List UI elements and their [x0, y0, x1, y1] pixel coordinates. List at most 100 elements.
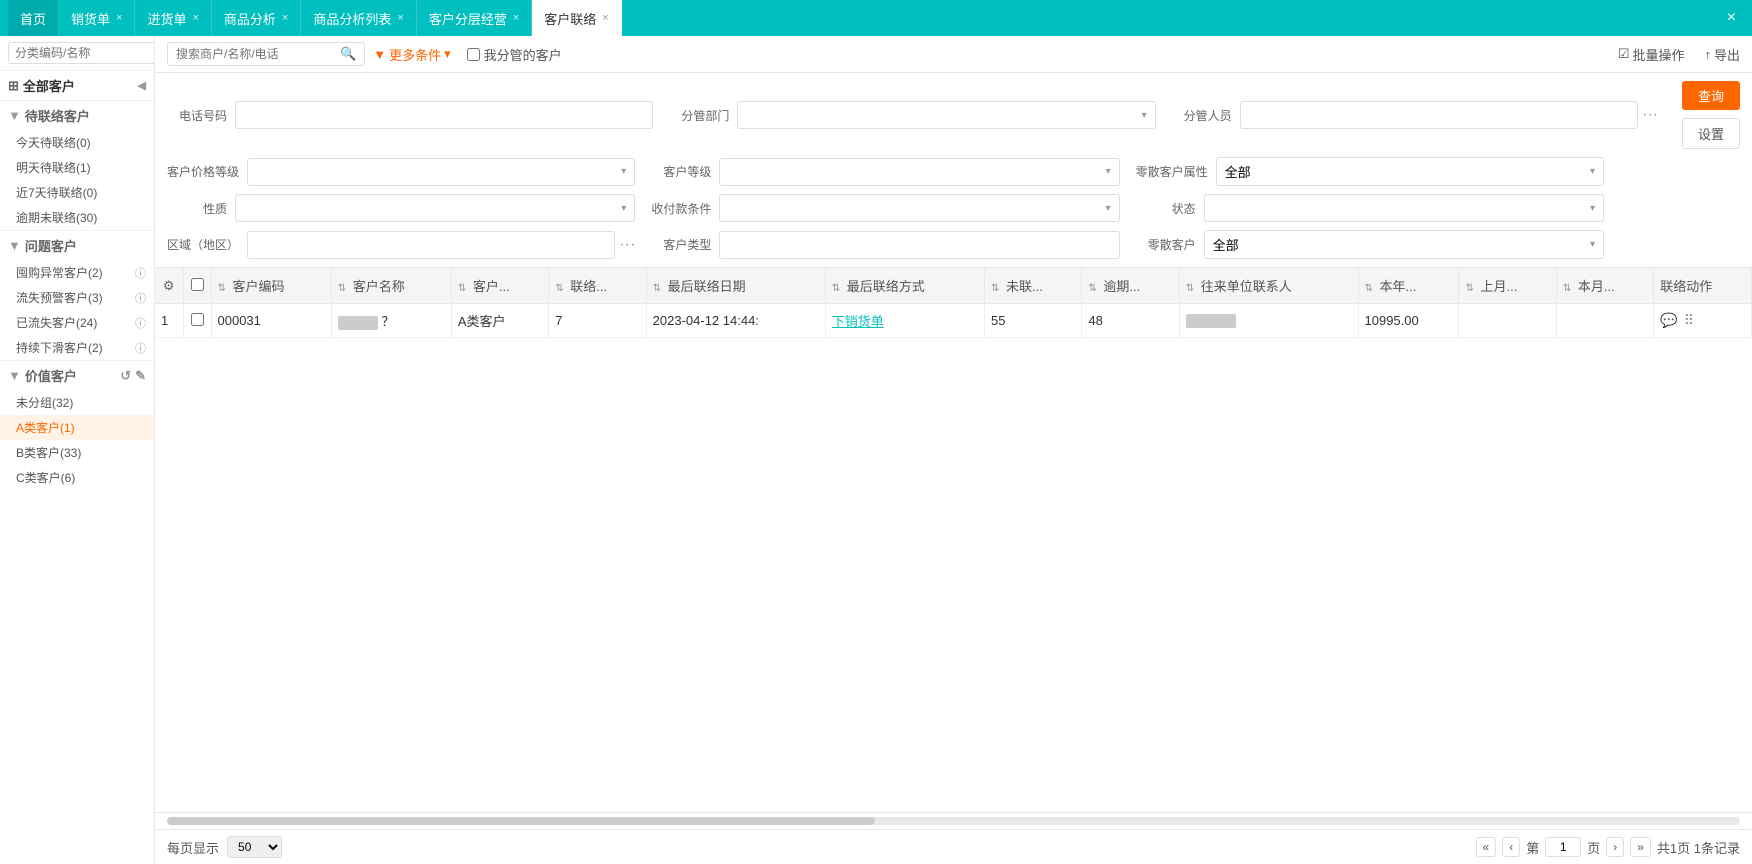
problem-customers-header[interactable]: ▼ 问题客户 [0, 230, 154, 260]
more-action-icon[interactable]: ⠿ [1684, 312, 1694, 329]
retail-customer-select[interactable]: 全部 ▾ [1204, 230, 1604, 259]
nav-tab-goods-analysis-list[interactable]: 商品分析列表 × [301, 0, 416, 36]
th-actions-label: 联络动作 [1660, 279, 1712, 294]
customer-table: ⚙ ⇅ 客户编码 ⇅ 客户名称 [155, 268, 1752, 338]
close-purchase-icon[interactable]: × [192, 12, 198, 24]
nav-tab-customer-tier[interactable]: 客户分层经营 × [417, 0, 532, 36]
sort-contact-count-icon: ⇅ [555, 283, 563, 294]
sidebar-item-tomorrow[interactable]: 明天待联络(1) [0, 155, 154, 180]
sidebar: 🔍 ⊞ 全部客户 ◀ ▼ 待联络客户 今天待联络(0) 明天待联络(1) 近7天… [0, 36, 155, 864]
nav-tab-home[interactable]: 首页 [8, 0, 59, 36]
page-input[interactable] [1545, 837, 1581, 857]
gear-icon[interactable]: ⚙ [163, 278, 175, 293]
sidebar-item-7days[interactable]: 近7天待联络(0) [0, 180, 154, 205]
my-customers-checkbox[interactable] [467, 48, 480, 61]
price-level-select[interactable]: ▾ [247, 158, 635, 186]
th-checkbox [183, 268, 211, 304]
select-all-checkbox[interactable] [191, 278, 204, 291]
batch-operation-button[interactable]: ☑ 批量操作 [1618, 45, 1685, 64]
sidebar-item-lost-warning[interactable]: 流失预警客户(3) ⓘ [0, 285, 154, 310]
table-footer: 每页显示 50 100 200 « ‹ 第 页 › » 共1页 1条记录 [155, 829, 1752, 864]
close-all-button[interactable]: × [1719, 9, 1744, 27]
sidebar-item-hoarding[interactable]: 囤购异常客户(2) ⓘ [0, 260, 154, 285]
horizontal-scrollbar[interactable] [155, 812, 1752, 829]
th-type-label: 客户... [473, 279, 510, 294]
sidebar-item-declining[interactable]: 持续下滑客户(2) ⓘ [0, 335, 154, 360]
scroll-track [167, 817, 1740, 825]
value-customers-header[interactable]: ▼ 价值客户 ↺ ✎ [0, 360, 154, 390]
phone-input[interactable] [235, 101, 653, 129]
query-settings-area: 查询 设置 [1682, 81, 1740, 149]
close-goods-analysis-list-icon[interactable]: × [397, 12, 403, 24]
td-type: A类客户 [451, 304, 548, 338]
customer-type-input[interactable] [719, 231, 1119, 259]
next-page-button[interactable]: › [1606, 837, 1624, 857]
region-input[interactable] [247, 231, 615, 259]
pending-contact-header[interactable]: ▼ 待联络客户 [0, 100, 154, 130]
close-goods-analysis-icon[interactable]: × [282, 12, 288, 24]
first-page-button[interactable]: « [1476, 837, 1497, 857]
filter-search-icon[interactable]: 🔍 [340, 46, 356, 62]
value-customers-actions: ↺ ✎ [120, 368, 146, 384]
close-sales-icon[interactable]: × [116, 12, 122, 24]
nature-select[interactable]: ▾ [235, 194, 635, 222]
page-label: 第 [1526, 838, 1539, 857]
customer-level-select[interactable]: ▾ [719, 158, 1119, 186]
retail-attr-select[interactable]: 全部 ▾ [1216, 157, 1604, 186]
last-page-button[interactable]: » [1630, 837, 1651, 857]
close-customer-contact-icon[interactable]: × [602, 12, 608, 24]
filter-row-3: 性质 ▾ 收付款条件 ▾ 状态 [167, 194, 1740, 222]
th-actions: 联络动作 [1654, 268, 1752, 304]
per-page-select[interactable]: 50 100 200 [227, 836, 282, 858]
row-actions-container: 💬 ⠿ [1660, 312, 1745, 329]
sidebar-item-lost[interactable]: 已流失客户(24) ⓘ [0, 310, 154, 335]
sidebar-item-ungraded[interactable]: 未分组(32) [0, 390, 154, 415]
dept-select[interactable]: ▾ [737, 101, 1155, 129]
more-filters-button[interactable]: ▼ 更多条件 ▾ [373, 45, 450, 64]
close-customer-tier-icon[interactable]: × [513, 12, 519, 24]
more-filters-arrow: ▾ [444, 46, 451, 62]
sidebar-item-class-c[interactable]: C类客户(6) [0, 465, 154, 490]
row-last-method-link[interactable]: 下销货单 [832, 314, 884, 329]
row-checkbox[interactable] [191, 313, 204, 326]
edit-icon[interactable]: ✎ [135, 368, 146, 384]
footer-right: « ‹ 第 页 › » 共1页 1条记录 [1476, 837, 1740, 857]
query-button[interactable]: 查询 [1682, 81, 1740, 110]
export-icon: ↑ [1704, 47, 1711, 62]
scroll-thumb[interactable] [167, 817, 875, 825]
th-contacts: ⇅ 往来单位联系人 [1179, 268, 1358, 304]
refresh-icon[interactable]: ↺ [120, 368, 131, 384]
nav-tab-purchase[interactable]: 进货单 × [135, 0, 211, 36]
th-last-contact-date: ⇅ 最后联络日期 [646, 268, 825, 304]
info-icon-1: ⓘ [135, 265, 146, 281]
status-select[interactable]: ▾ [1204, 194, 1604, 222]
sidebar-item-class-a[interactable]: A类客户(1) [0, 415, 154, 440]
settings-button[interactable]: 设置 [1682, 118, 1740, 149]
all-customers-header[interactable]: ⊞ 全部客户 ◀ [0, 71, 154, 100]
td-index: 1 [155, 304, 183, 338]
sidebar-item-overdue[interactable]: 逾期未联络(30) [0, 205, 154, 230]
customer-level-arrow-icon: ▾ [1106, 166, 1111, 177]
sidebar-item-class-b[interactable]: B类客户(33) [0, 440, 154, 465]
nav-tab-sales[interactable]: 销货单 × [59, 0, 135, 36]
chat-action-icon[interactable]: 💬 [1660, 312, 1677, 329]
prev-page-button[interactable]: ‹ [1502, 837, 1520, 857]
per-page-label: 每页显示 [167, 838, 219, 857]
sidebar-item-today[interactable]: 今天待联络(0) [0, 130, 154, 155]
manager-input[interactable] [1240, 101, 1638, 129]
price-level-field: 客户价格等级 ▾ [167, 158, 635, 186]
class-c-label: C类客户(6) [16, 469, 146, 486]
payment-select[interactable]: ▾ [719, 194, 1119, 222]
nav-tab-goods-analysis[interactable]: 商品分析 × [212, 0, 301, 36]
sidebar-search-input[interactable] [8, 42, 155, 64]
nav-tab-customer-contact[interactable]: 客户联络 × [532, 0, 621, 36]
export-button[interactable]: ↑ 导出 [1704, 45, 1740, 64]
lost-warning-label: 流失预警客户(3) [16, 289, 131, 306]
region-dots-icon[interactable]: ··· [619, 236, 635, 254]
manager-dots-icon[interactable]: ··· [1642, 106, 1658, 124]
footer-left: 每页显示 50 100 200 [167, 836, 282, 858]
filter-search-input[interactable] [176, 47, 336, 61]
nature-label: 性质 [167, 200, 227, 217]
price-level-arrow-icon: ▾ [621, 166, 626, 177]
page-end-label: 页 [1587, 838, 1600, 857]
